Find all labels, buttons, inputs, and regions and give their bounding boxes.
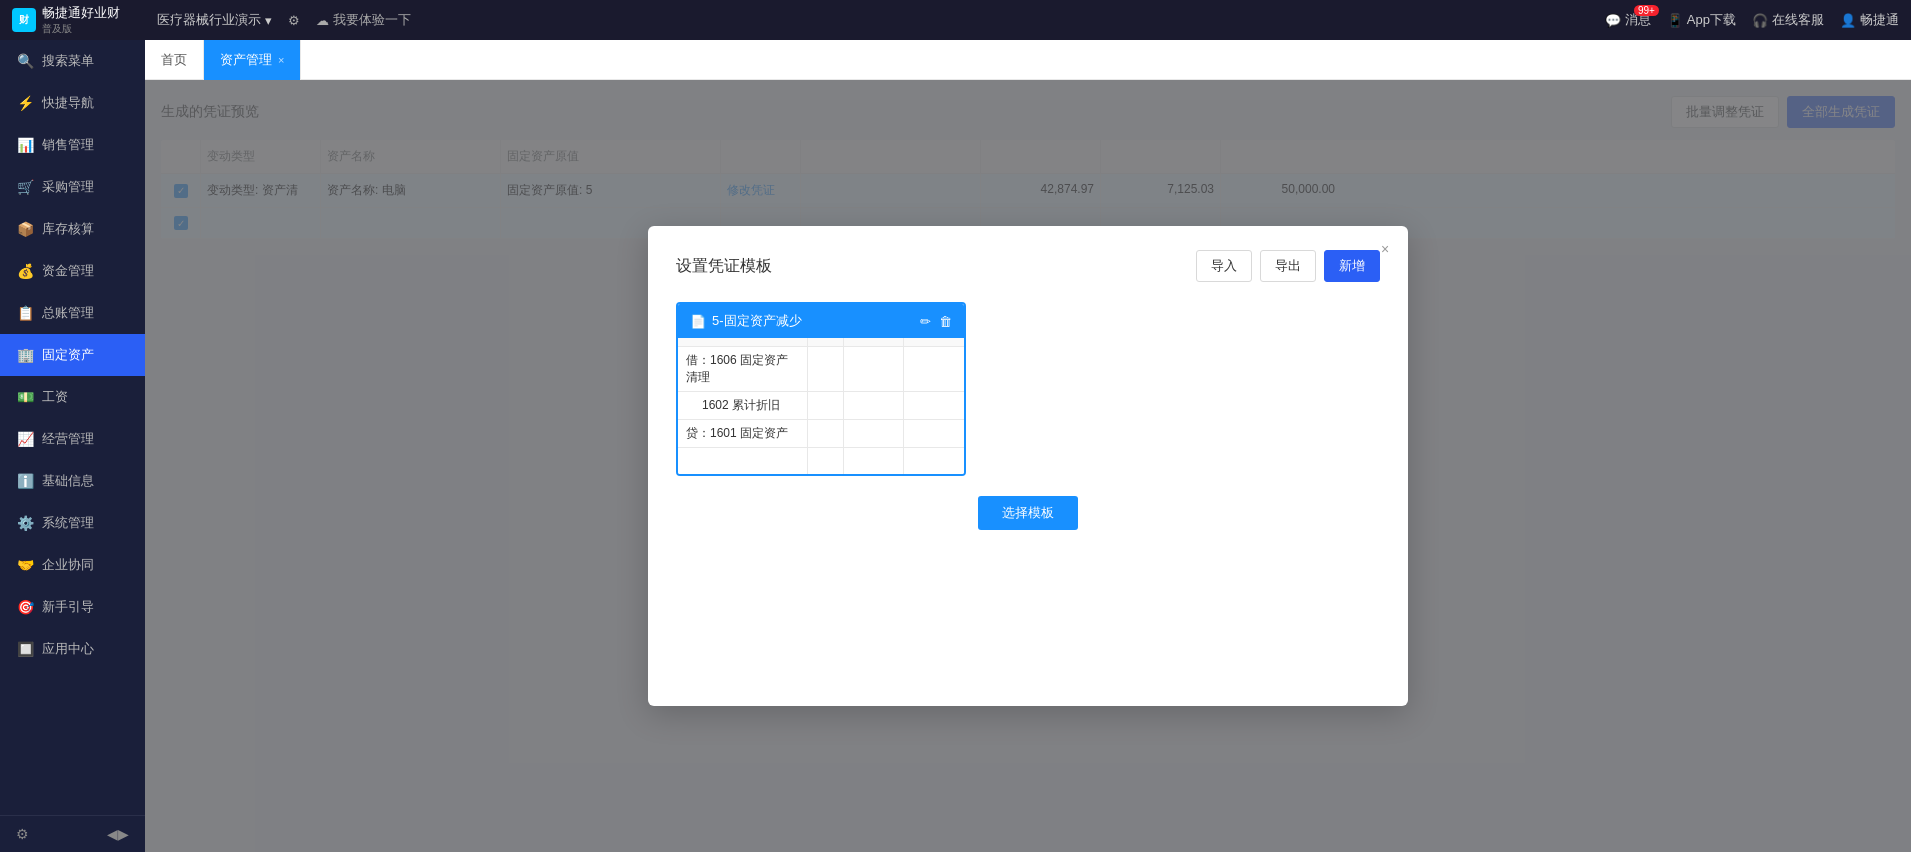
sidebar-label-payroll: 工资 <box>42 388 68 406</box>
dialog-close-button[interactable]: × <box>1374 238 1396 260</box>
template-name: 5-固定资产减少 <box>712 312 802 330</box>
download-icon: 📱 <box>1667 13 1683 28</box>
sidebar-item-quick-nav[interactable]: ⚡ 快捷导航 <box>0 82 145 124</box>
sidebar-item-guide[interactable]: 🎯 新手引导 <box>0 586 145 628</box>
message-icon: 💬 <box>1605 13 1621 28</box>
sidebar-label-operations: 经营管理 <box>42 430 94 448</box>
template-card: 📄 5-固定资产减少 ✏ 🗑 <box>676 302 966 476</box>
message-badge: 99+ <box>1634 5 1659 16</box>
sidebar-label-enterprise: 企业协同 <box>42 556 94 574</box>
finance-icon: 💰 <box>16 262 34 280</box>
payroll-icon: 💵 <box>16 388 34 406</box>
ledger-icon: 📋 <box>16 304 34 322</box>
sales-icon: 📊 <box>16 136 34 154</box>
logo-icon: 财 <box>12 8 36 32</box>
app-name: 畅捷通好业财 <box>42 4 120 22</box>
sidebar-label-basic-info: 基础信息 <box>42 472 94 490</box>
sidebar-item-fixed-assets[interactable]: 🏢 固定资产 <box>0 334 145 376</box>
sidebar-item-app-center[interactable]: 🔲 应用中心 <box>0 628 145 670</box>
dialog-title: 设置凭证模板 <box>676 256 772 277</box>
headset-icon: 🎧 <box>1752 13 1768 28</box>
operations-icon: 📈 <box>16 430 34 448</box>
cloud-icon: ☁ <box>316 13 329 28</box>
basic-info-icon: ℹ️ <box>16 472 34 490</box>
sidebar-label-finance: 资金管理 <box>42 262 94 280</box>
sidebar-settings-icon[interactable]: ⚙ <box>16 826 29 842</box>
sidebar-item-inventory[interactable]: 📦 库存核算 <box>0 208 145 250</box>
template-doc-icon: 📄 <box>690 314 706 329</box>
inventory-icon: 📦 <box>16 220 34 238</box>
enterprise-icon: 🤝 <box>16 556 34 574</box>
app-download-button[interactable]: 📱 App下载 <box>1667 11 1736 29</box>
user-menu[interactable]: 👤 畅捷通 <box>1840 11 1899 29</box>
tab-bar: 首页 资产管理 × <box>145 40 1911 80</box>
tab-asset-mgmt[interactable]: 资产管理 × <box>204 40 301 80</box>
sidebar-collapse-icon[interactable]: ◀▶ <box>107 826 129 842</box>
system-icon: ⚙️ <box>16 514 34 532</box>
template-delete-icon[interactable]: 🗑 <box>939 314 952 329</box>
sidebar-item-sales[interactable]: 📊 销售管理 <box>0 124 145 166</box>
sidebar-item-system[interactable]: ⚙️ 系统管理 <box>0 502 145 544</box>
purchase-icon: 🛒 <box>16 178 34 196</box>
fixed-assets-icon: 🏢 <box>16 346 34 364</box>
sidebar-label-fixed-assets: 固定资产 <box>42 346 94 364</box>
sidebar-item-enterprise[interactable]: 🤝 企业协同 <box>0 544 145 586</box>
company-selector[interactable]: 医疗器械行业演示 ▾ <box>157 11 272 29</box>
modal-overlay: × 设置凭证模板 导入 导出 新增 <box>145 80 1911 852</box>
select-template-button[interactable]: 选择模板 <box>978 496 1078 530</box>
chevron-down-icon: ▾ <box>265 13 272 28</box>
experience-button[interactable]: ☁ 我要体验一下 <box>316 11 411 29</box>
tab-home[interactable]: 首页 <box>145 40 204 80</box>
import-button[interactable]: 导入 <box>1196 250 1252 282</box>
sidebar-label-search: 搜索菜单 <box>42 52 94 70</box>
sidebar-label-app-center: 应用中心 <box>42 640 94 658</box>
app-center-icon: 🔲 <box>16 640 34 658</box>
app-version: 普及版 <box>42 22 120 36</box>
quick-nav-icon: ⚡ <box>16 94 34 112</box>
sidebar-item-operations[interactable]: 📈 经营管理 <box>0 418 145 460</box>
sidebar-item-finance[interactable]: 💰 资金管理 <box>0 250 145 292</box>
sidebar-label-sales: 销售管理 <box>42 136 94 154</box>
guide-icon: 🎯 <box>16 598 34 616</box>
sidebar-label-system: 系统管理 <box>42 514 94 532</box>
sidebar-label-guide: 新手引导 <box>42 598 94 616</box>
sidebar-label-inventory: 库存核算 <box>42 220 94 238</box>
company-name: 医疗器械行业演示 <box>157 11 261 29</box>
message-button[interactable]: 💬 消息 99+ <box>1605 11 1651 29</box>
sidebar-item-search[interactable]: 🔍 搜索菜单 <box>0 40 145 82</box>
app-logo: 财 畅捷通好业财 普及版 <box>12 4 157 36</box>
voucher-template-dialog: × 设置凭证模板 导入 导出 新增 <box>648 226 1408 706</box>
sidebar-item-payroll[interactable]: 💵 工资 <box>0 376 145 418</box>
sidebar-item-ledger[interactable]: 📋 总账管理 <box>0 292 145 334</box>
online-service-button[interactable]: 🎧 在线客服 <box>1752 11 1824 29</box>
settings-icon[interactable]: ⚙ <box>280 6 308 34</box>
sidebar-label-quick-nav: 快捷导航 <box>42 94 94 112</box>
sidebar-label-ledger: 总账管理 <box>42 304 94 322</box>
template-edit-icon[interactable]: ✏ <box>920 314 931 329</box>
sidebar-item-purchase[interactable]: 🛒 采购管理 <box>0 166 145 208</box>
sidebar-item-basic-info[interactable]: ℹ️ 基础信息 <box>0 460 145 502</box>
tab-close-icon[interactable]: × <box>278 54 284 66</box>
export-button[interactable]: 导出 <box>1260 250 1316 282</box>
avatar-icon: 👤 <box>1840 13 1856 28</box>
search-icon: 🔍 <box>16 52 34 70</box>
sidebar-label-purchase: 采购管理 <box>42 178 94 196</box>
new-button[interactable]: 新增 <box>1324 250 1380 282</box>
